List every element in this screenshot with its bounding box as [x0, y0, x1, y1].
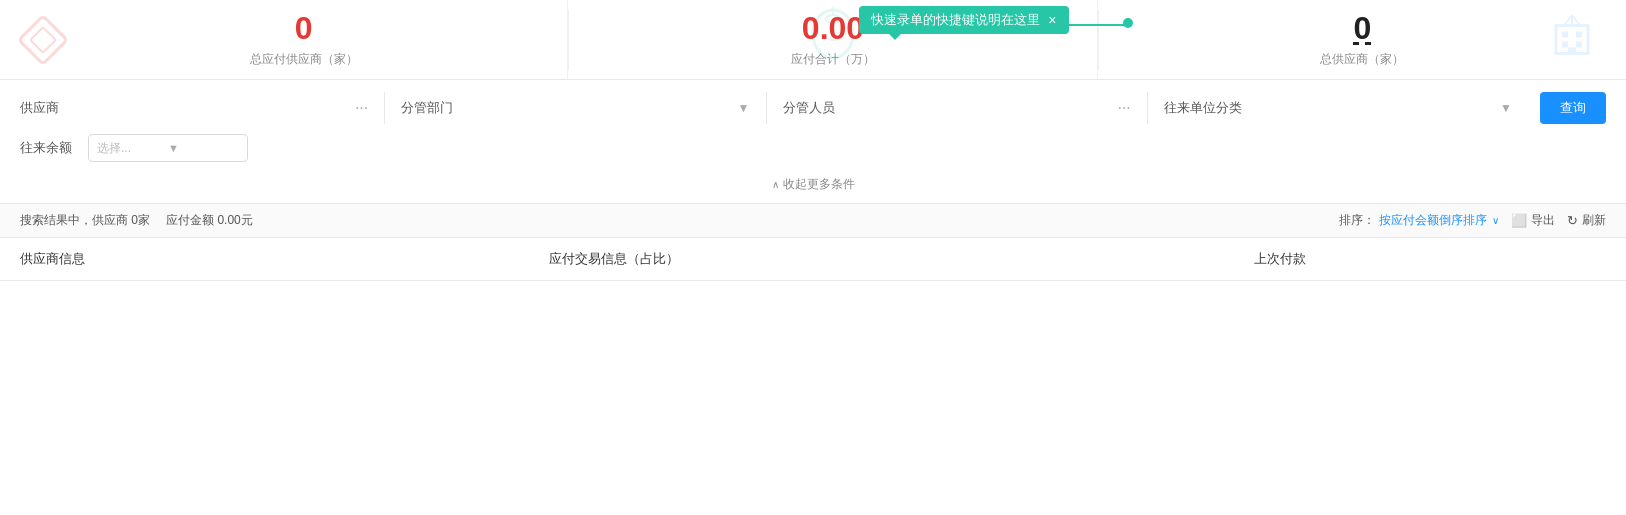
table-body: [0, 281, 1626, 515]
refresh-icon: ↻: [1567, 213, 1578, 228]
table-col-payable-info: 应付交易信息（占比）: [549, 250, 1254, 268]
results-payable-text: 应付金额 0.00元: [166, 212, 253, 229]
department-input[interactable]: [461, 101, 733, 116]
total-suppliers-number: 0: [1353, 11, 1371, 46]
results-bar: 搜索结果中，供应商 0家 应付金额 0.00元 排序： 按应付会额倒序排序 ∨ …: [0, 204, 1626, 238]
export-button[interactable]: ⬜ 导出: [1511, 212, 1555, 229]
sort-link[interactable]: 按应付会额倒序排序 ∨: [1379, 213, 1499, 227]
manager-label: 分管人员: [783, 99, 835, 117]
results-prefix: 搜索结果中，供应商: [20, 213, 128, 227]
building-icon: [1548, 11, 1596, 68]
collapse-button[interactable]: ∧ 收起更多条件: [772, 170, 855, 203]
filter-row-1: 供应商 ··· 分管部门 ▼ 分管人员 ··· 往来单位分类 ▼ 查询: [20, 92, 1606, 124]
payable-total-label: 应付合计（万）: [791, 51, 875, 68]
total-payable-suppliers-number: 0: [295, 11, 313, 46]
collapse-icon: ∧: [772, 179, 779, 190]
payable-total-number: 0.00: [802, 11, 864, 46]
balance-label: 往来余额: [20, 139, 80, 157]
department-chevron[interactable]: ▼: [738, 101, 750, 115]
sort-prefix: 排序： 按应付会额倒序排序 ∨: [1339, 212, 1499, 229]
stat-total-suppliers: 0 总供应商（家）: [1099, 0, 1626, 79]
tooltip-text: 快速录单的快捷键说明在这里: [871, 11, 1040, 29]
unit-class-label: 往来单位分类: [1164, 99, 1242, 117]
filter-supplier: 供应商 ···: [20, 92, 385, 124]
balance-placeholder: 选择...: [97, 140, 168, 157]
results-supplier-text: 搜索结果中，供应商 0家: [20, 212, 150, 229]
top-stats-bar: 0 总应付供应商（家） 0.00 应付合计（万） 快速录单的快捷键说明在这里 ×: [0, 0, 1626, 80]
diamond-icon: [16, 13, 70, 67]
balance-chevron: ▼: [168, 142, 239, 154]
filter-row-2: 往来余额 选择... ▼: [20, 134, 1606, 162]
table-col-supplier-info: 供应商信息: [20, 250, 549, 268]
table-col-last-payment: 上次付款: [1254, 250, 1606, 268]
supplier-dots[interactable]: ···: [355, 99, 368, 117]
svg-rect-9: [1562, 41, 1568, 47]
svg-rect-8: [1576, 31, 1582, 37]
svg-rect-1: [30, 27, 55, 52]
collapse-row: ∧ 收起更多条件: [20, 170, 1606, 203]
export-icon: ⬜: [1511, 213, 1527, 228]
query-button[interactable]: 查询: [1540, 92, 1606, 124]
manager-input[interactable]: [843, 101, 1114, 116]
svg-rect-11: [1568, 47, 1576, 53]
unit-class-chevron[interactable]: ▼: [1500, 101, 1512, 115]
tooltip-bubble: 快速录单的快捷键说明在这里 ×: [859, 6, 1068, 34]
svg-rect-0: [19, 15, 67, 63]
svg-rect-7: [1562, 31, 1568, 37]
filter-unit-class: 往来单位分类 ▼: [1148, 92, 1528, 124]
tooltip-close-button[interactable]: ×: [1048, 13, 1056, 27]
balance-select[interactable]: 选择... ▼: [88, 134, 248, 162]
department-label: 分管部门: [401, 99, 453, 117]
tooltip-dot: [1123, 18, 1133, 28]
refresh-button[interactable]: ↻ 刷新: [1567, 212, 1606, 229]
filter-manager: 分管人员 ···: [767, 92, 1148, 124]
unit-class-input[interactable]: [1250, 101, 1496, 116]
stat-total-payable-suppliers: 0 总应付供应商（家）: [0, 0, 568, 79]
supplier-input[interactable]: [76, 101, 351, 116]
filter-department: 分管部门 ▼: [385, 92, 766, 124]
filter-bar: 供应商 ··· 分管部门 ▼ 分管人员 ··· 往来单位分类 ▼ 查询 往来余额…: [0, 80, 1626, 204]
results-actions: 排序： 按应付会额倒序排序 ∨ ⬜ 导出 ↻ 刷新: [1339, 212, 1606, 229]
total-suppliers-label: 总供应商（家）: [1320, 51, 1404, 68]
svg-rect-10: [1576, 41, 1582, 47]
results-payable-amount: 0.00元: [217, 213, 252, 227]
table-header: 供应商信息 应付交易信息（占比） 上次付款: [0, 238, 1626, 281]
manager-dots[interactable]: ···: [1117, 99, 1130, 117]
results-supplier-count: 0家: [131, 213, 150, 227]
stat-payable-total: 0.00 应付合计（万） 快速录单的快捷键说明在这里 ×: [569, 0, 1097, 79]
results-summary: 搜索结果中，供应商 0家 应付金额 0.00元: [20, 212, 253, 229]
total-payable-suppliers-label: 总应付供应商（家）: [250, 51, 358, 68]
supplier-label: 供应商: [20, 99, 68, 117]
results-payable-prefix: 应付金额: [166, 213, 214, 227]
collapse-label: 收起更多条件: [783, 176, 855, 193]
tooltip-line: [1069, 24, 1129, 26]
